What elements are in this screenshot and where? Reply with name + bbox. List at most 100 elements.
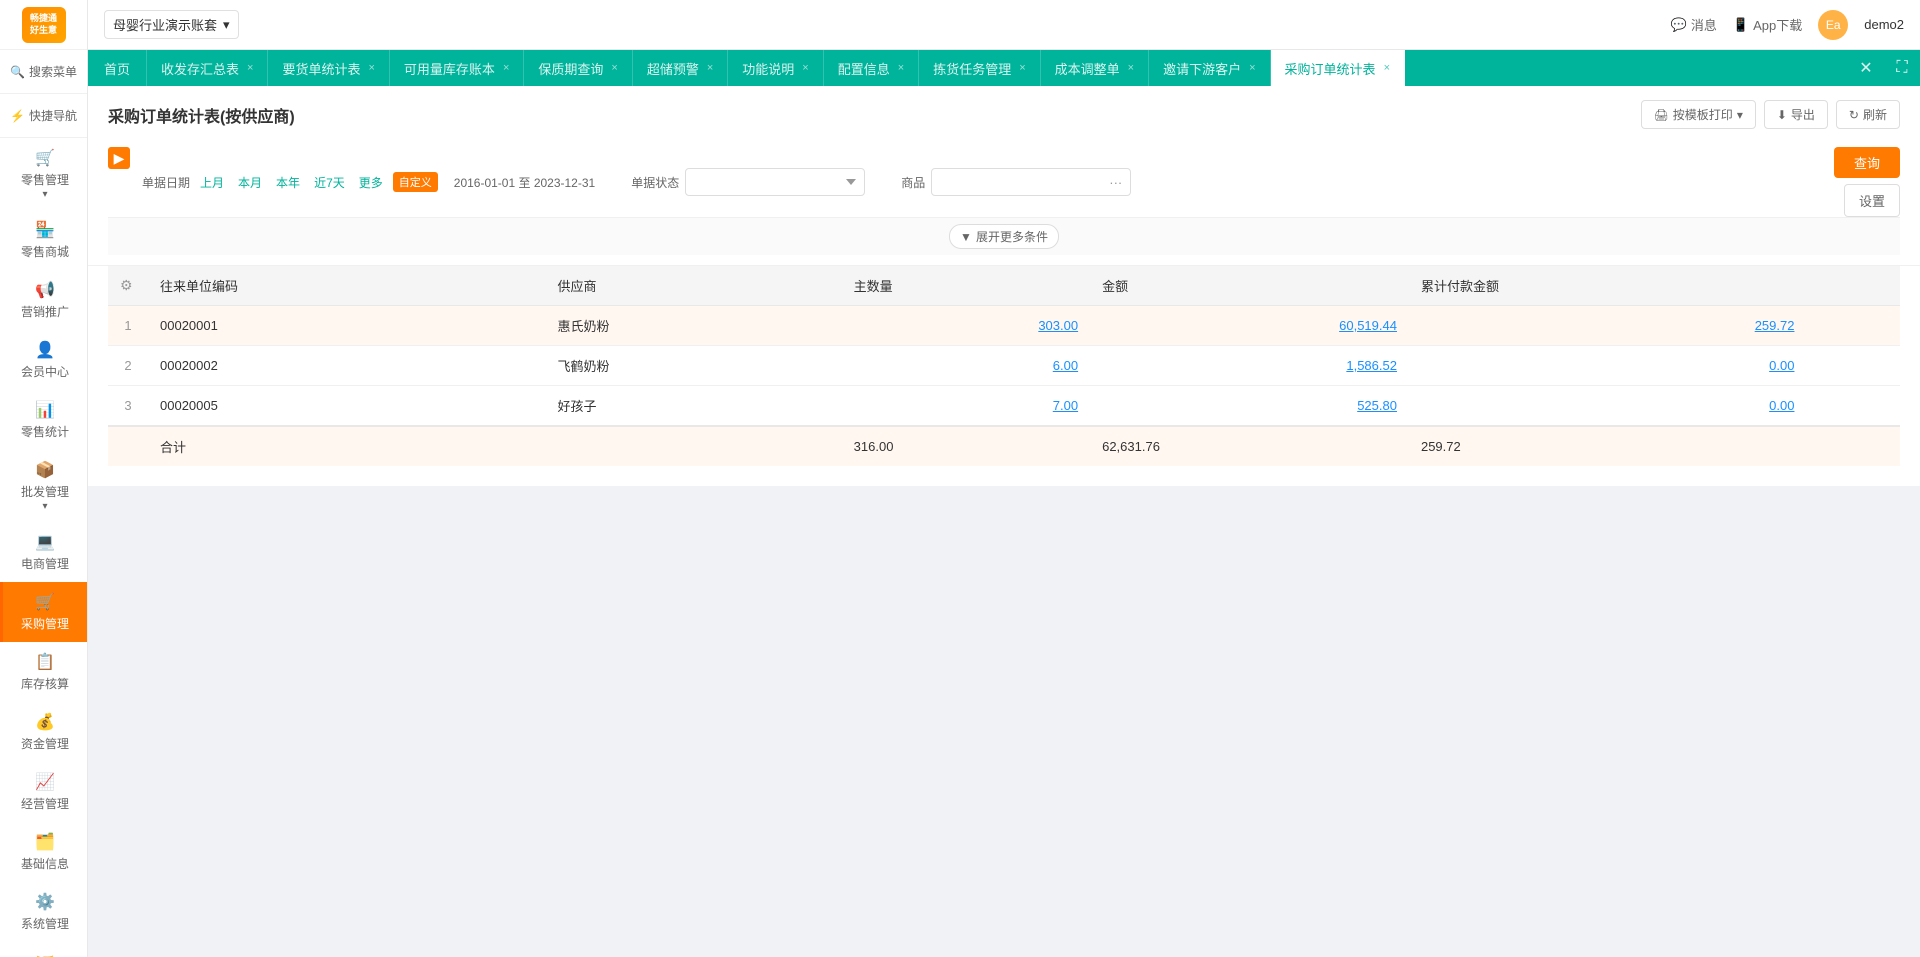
tab-close-purchase_summary[interactable]: × <box>368 62 374 74</box>
date-shortcut-7days[interactable]: 近7天 <box>310 172 349 193</box>
td-num: 2 <box>108 346 148 386</box>
tab-label-shelf_life: 保质期查询 <box>538 59 603 78</box>
chevron-down-icon: ▾ <box>1737 108 1743 122</box>
goods-input-more-icon[interactable]: ··· <box>1109 175 1122 190</box>
page-inner: 采购订单统计表(按供应商) 🖨 按模板打印 ▾ ⬇ 导出 ↻ 刷新 <box>88 86 1920 486</box>
date-shortcut-this-month[interactable]: 本月 <box>234 172 266 193</box>
tab-close-purchase_order_stat[interactable]: × <box>1384 62 1390 74</box>
tab-config_info[interactable]: 配置信息× <box>824 50 919 86</box>
nav-label-purchase: 采购管理 <box>21 615 69 632</box>
tab-close-picking_task[interactable]: × <box>1019 62 1025 74</box>
tab-cost_adjust[interactable]: 成本调整单 × <box>1041 50 1149 86</box>
tab-close-config_info[interactable]: × <box>898 62 904 74</box>
tab-purchase_summary[interactable]: 要货单统计表× <box>268 50 389 86</box>
tab-receive_summary[interactable]: 收发存汇总表× <box>147 50 268 86</box>
query-button[interactable]: 查询 <box>1834 147 1900 178</box>
nav-icon-finance: 💰 <box>35 712 55 732</box>
quick-nav-button[interactable]: ⚡ 快捷导航 <box>10 102 77 129</box>
refresh-button[interactable]: ↻ 刷新 <box>1836 100 1900 129</box>
tab-label-purchase_order_stat: 采购订单统计表 <box>1285 59 1376 78</box>
sidebar-item-purchase[interactable]: 🛒采购管理 <box>0 582 87 642</box>
sidebar-item-retail_mall[interactable]: 🏪零售商城 <box>0 210 87 270</box>
tab-maximize-button[interactable]: ⛶ <box>1884 50 1920 86</box>
footer-extra <box>1806 426 1900 466</box>
sidebar-item-finance[interactable]: 💰资金管理 <box>0 702 87 762</box>
sidebar-item-retail[interactable]: 🛒零售管理▾ <box>0 138 87 210</box>
status-select[interactable] <box>685 168 865 196</box>
tab-label-cost_adjust: 成本调整单 <box>1055 59 1120 78</box>
print-button[interactable]: 🖨 按模板打印 ▾ <box>1641 100 1756 129</box>
search-menu-button[interactable]: 🔍 搜索菜单 <box>10 58 77 85</box>
date-shortcuts: 上月 本月 本年 近7天 更多 自定义 <box>196 172 438 193</box>
tab-close-cost_adjust[interactable]: × <box>1128 62 1134 74</box>
nav-icon-operation: 📈 <box>35 772 55 792</box>
sidebar-item-member[interactable]: 👤会员中心 <box>0 330 87 390</box>
tab-home[interactable]: 首页 <box>88 50 147 86</box>
app-download-button[interactable]: 📱 App下载 <box>1733 15 1802 34</box>
avatar: Ea <box>1818 10 1848 40</box>
nav-icon-ecommerce: 💻 <box>35 532 55 552</box>
expand-icon: ▼ <box>960 230 972 244</box>
tab-close-receive_summary[interactable]: × <box>247 62 253 74</box>
sidebar-item-enterprise[interactable]: 🤝企业协同 <box>0 942 87 957</box>
table-footer-row: 合计 316.00 62,631.76 259.72 <box>108 426 1900 466</box>
table-row[interactable]: 1 00020001 惠氏奶粉 303.00 60,519.44 259.72 <box>108 306 1900 346</box>
expand-conditions-button[interactable]: ▼ 展开更多条件 <box>949 224 1059 249</box>
filter-toggle-button[interactable]: ▶ <box>108 147 130 169</box>
tab-invite_customer[interactable]: 邀请下游客户× <box>1149 50 1270 86</box>
username-label[interactable]: demo2 <box>1864 17 1904 32</box>
sidebar-item-basic[interactable]: 🗂️基础信息 <box>0 822 87 882</box>
tab-bar: 首页收发存汇总表×要货单统计表×可用量库存账本×保质期查询×超储预警×功能说明×… <box>88 50 1920 86</box>
date-shortcut-last-month[interactable]: 上月 <box>196 172 228 193</box>
refresh-icon: ↻ <box>1849 108 1859 122</box>
filter-row-1: 单据日期 上月 本月 本年 近7天 更多 自定义 <box>142 147 1900 217</box>
export-button[interactable]: ⬇ 导出 <box>1764 100 1828 129</box>
tab-close-invite_customer[interactable]: × <box>1249 62 1255 74</box>
table-header-row: ⚙ 往来单位编码 供应商 主数量 金额 累计付款金额 <box>108 266 1900 306</box>
goods-input[interactable] <box>931 168 1131 196</box>
tab-picking_task[interactable]: 拣货任务管理× <box>919 50 1040 86</box>
sidebar-item-inventory[interactable]: 📋库存核算 <box>0 642 87 702</box>
tab-available_inventory[interactable]: 可用量库存账本× <box>390 50 524 86</box>
footer-paid-amount: 259.72 <box>1409 426 1806 466</box>
footer-main-qty: 316.00 <box>842 426 1090 466</box>
sidebar-item-system[interactable]: ⚙️系统管理 <box>0 882 87 942</box>
td-main-qty: 7.00 <box>842 386 1090 427</box>
nav-label-marketing: 营销推广 <box>21 303 69 320</box>
quick-nav-icon: ⚡ <box>10 109 25 123</box>
workspace-selector[interactable]: 母婴行业演示账套 ▾ <box>104 10 239 39</box>
tab-close-function_desc[interactable]: × <box>802 62 808 74</box>
tab-close-all-button[interactable]: ✕ <box>1848 50 1884 86</box>
column-settings-icon[interactable]: ⚙ <box>120 277 133 293</box>
date-filter-group: 单据日期 上月 本月 本年 近7天 更多 自定义 <box>142 172 438 193</box>
td-unit-code: 00020001 <box>148 306 545 346</box>
top-bar: 母婴行业演示账套 ▾ 💬 消息 📱 App下载 Ea demo2 <box>88 0 1920 50</box>
nav-label-system: 系统管理 <box>21 915 69 932</box>
sidebar-item-retail_stat[interactable]: 📊零售统计 <box>0 390 87 450</box>
tab-purchase_order_stat[interactable]: 采购订单统计表 × <box>1271 50 1405 86</box>
tab-close-available_inventory[interactable]: × <box>503 62 509 74</box>
sidebar-item-wholesale[interactable]: 📦批发管理▾ <box>0 450 87 522</box>
sidebar-item-ecommerce[interactable]: 💻电商管理 <box>0 522 87 582</box>
tab-function_desc[interactable]: 功能说明× <box>728 50 823 86</box>
date-custom-tag[interactable]: 自定义 <box>393 172 438 192</box>
date-shortcut-more[interactable]: 更多 <box>355 172 387 193</box>
tab-shelf_life[interactable]: 保质期查询 × <box>524 50 632 86</box>
sidebar-item-operation[interactable]: 📈经营管理 <box>0 762 87 822</box>
settings-button[interactable]: 设置 <box>1844 184 1900 217</box>
td-num: 1 <box>108 306 148 346</box>
tab-overstock[interactable]: 超储预警× <box>633 50 728 86</box>
table-row[interactable]: 2 00020002 飞鹤奶粉 6.00 1,586.52 0.00 <box>108 346 1900 386</box>
workspace-label: 母婴行业演示账套 <box>113 15 217 34</box>
print-icon: 🖨 <box>1654 108 1669 122</box>
sidebar-item-marketing[interactable]: 📢营销推广 <box>0 270 87 330</box>
logo-icon: 畅捷通好生意 <box>22 7 66 43</box>
tab-close-shelf_life[interactable]: × <box>611 62 617 74</box>
td-main-qty: 6.00 <box>842 346 1090 386</box>
table-row[interactable]: 3 00020005 好孩子 7.00 525.80 0.00 <box>108 386 1900 427</box>
date-shortcut-this-year[interactable]: 本年 <box>272 172 304 193</box>
tab-close-overstock[interactable]: × <box>707 62 713 74</box>
footer-empty-1 <box>108 426 148 466</box>
nav-label-retail_stat: 零售统计 <box>21 423 69 440</box>
message-button[interactable]: 💬 消息 <box>1671 15 1717 34</box>
